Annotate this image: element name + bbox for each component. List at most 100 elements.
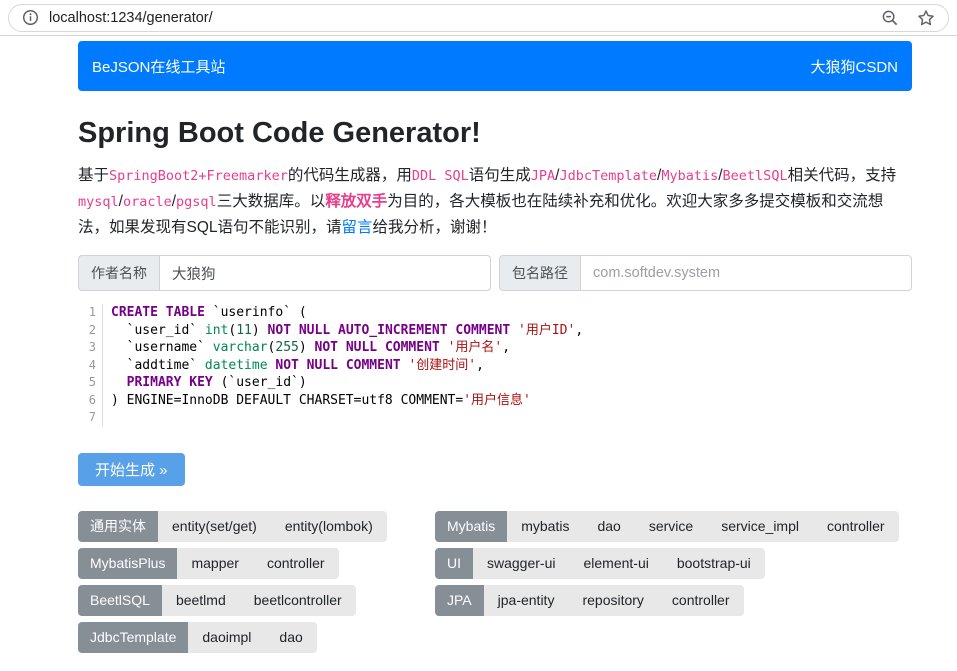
- template-option-button[interactable]: controller: [658, 585, 744, 616]
- message-link[interactable]: 留言: [342, 219, 373, 236]
- browser-toolbar: localhost:1234/generator/: [0, 0, 957, 36]
- token-plain: ): [252, 323, 268, 338]
- inline-code: pgsql: [176, 194, 217, 210]
- token-plain: `addtime`: [111, 358, 205, 373]
- template-button-group: JPAjpa-entityrepositorycontroller: [435, 585, 744, 616]
- token-plain: ,: [575, 323, 583, 338]
- code-text[interactable]: `addtime` datetime NOT NULL COMMENT '创建时…: [102, 357, 912, 375]
- token-number: 11: [236, 323, 252, 338]
- description-text: 三大数据库。以: [217, 193, 326, 210]
- template-option-button[interactable]: element-ui: [569, 548, 662, 579]
- template-group-row: MybatisPlusmappercontroller: [78, 548, 435, 579]
- template-option-button[interactable]: entity(set/get): [158, 511, 271, 542]
- group-label: Mybatis: [435, 511, 507, 542]
- template-group-row: Mybatismybatisdaoserviceservice_implcont…: [435, 511, 912, 542]
- template-button-group: 通用实体entity(set/get)entity(lombok): [78, 511, 387, 542]
- token-plain: `user_id`: [111, 323, 205, 338]
- author-input-group: 作者名称: [78, 255, 491, 291]
- group-label: JdbcTemplate: [78, 622, 188, 653]
- template-button-group: BeetlSQLbeetlmdbeetlcontroller: [78, 585, 356, 616]
- template-option-button[interactable]: daoimpl: [188, 622, 265, 653]
- code-line[interactable]: 5 PRIMARY KEY (`user_id`): [78, 374, 912, 392]
- token-plain: (`user_id`): [213, 375, 307, 390]
- zoom-icon[interactable]: [881, 9, 899, 27]
- token-keyword: NOT NULL AUTO_INCREMENT COMMENT: [268, 323, 511, 338]
- token-plain: ) ENGINE=InnoDB DEFAULT CHARSET=utf8 COM…: [111, 393, 463, 408]
- page-title: Spring Boot Code Generator!: [78, 117, 912, 150]
- token-plain: ): [299, 340, 315, 355]
- author-input[interactable]: [159, 255, 491, 291]
- page-container: BeJSON在线工具站 大狼狗CSDN Spring Boot Code Gen…: [78, 41, 912, 671]
- token-string: '用户名': [448, 340, 503, 355]
- template-option-button[interactable]: jpa-entity: [484, 585, 569, 616]
- description-text: 相关代码，支持: [788, 167, 897, 184]
- token-plain: ,: [502, 340, 510, 355]
- template-option-button[interactable]: controller: [253, 548, 339, 579]
- token-plain: `userinfo` (: [205, 305, 307, 320]
- template-option-button[interactable]: beetlmd: [162, 585, 240, 616]
- template-button-group: UIswagger-uielement-uibootstrap-ui: [435, 548, 765, 579]
- sql-editor[interactable]: 1CREATE TABLE `userinfo` (2 `user_id` in…: [78, 299, 912, 431]
- template-option-button[interactable]: mapper: [177, 548, 252, 579]
- template-option-button[interactable]: controller: [813, 511, 899, 542]
- package-input[interactable]: [580, 255, 912, 291]
- code-line[interactable]: 7: [78, 409, 912, 427]
- page-info-icon[interactable]: [22, 9, 39, 26]
- site-navbar: BeJSON在线工具站 大狼狗CSDN: [78, 41, 912, 91]
- token-number: 255: [275, 340, 298, 355]
- token-string: '用户ID': [518, 323, 575, 338]
- token-plain: [440, 340, 448, 355]
- template-option-button[interactable]: dao: [583, 511, 634, 542]
- csdn-link[interactable]: 大狼狗CSDN: [810, 56, 898, 77]
- group-label: BeetlSQL: [78, 585, 162, 616]
- line-number: 2: [78, 322, 102, 340]
- code-line[interactable]: 2 `user_id` int(11) NOT NULL AUTO_INCREM…: [78, 322, 912, 340]
- code-line[interactable]: 3 `username` varchar(255) NOT NULL COMME…: [78, 339, 912, 357]
- template-option-button[interactable]: dao: [265, 622, 316, 653]
- template-option-button[interactable]: bootstrap-ui: [663, 548, 765, 579]
- token-type: datetime: [205, 358, 268, 373]
- inline-code: DDL SQL: [412, 168, 469, 184]
- template-option-button[interactable]: swagger-ui: [473, 548, 569, 579]
- inline-code: mysql: [78, 194, 119, 210]
- code-text[interactable]: PRIMARY KEY (`user_id`): [102, 374, 912, 392]
- bookmark-star-icon[interactable]: [917, 9, 935, 27]
- token-string: '创建时间': [408, 358, 476, 373]
- code-text[interactable]: [102, 409, 912, 427]
- template-option-button[interactable]: entity(lombok): [271, 511, 387, 542]
- inline-code: JdbcTemplate: [559, 168, 657, 184]
- code-line[interactable]: 4 `addtime` datetime NOT NULL COMMENT '创…: [78, 357, 912, 375]
- template-group-row: JPAjpa-entityrepositorycontroller: [435, 585, 912, 616]
- template-option-button[interactable]: service: [635, 511, 707, 542]
- description-text: 给我分析，谢谢！: [373, 219, 497, 236]
- template-option-button[interactable]: mybatis: [507, 511, 583, 542]
- token-string: '用户信息': [463, 393, 531, 408]
- address-bar[interactable]: localhost:1234/generator/: [8, 4, 949, 32]
- template-option-button[interactable]: beetlcontroller: [240, 585, 356, 616]
- template-button-group: JdbcTemplatedaoimpldao: [78, 622, 317, 653]
- group-label: MybatisPlus: [78, 548, 177, 579]
- line-number: 3: [78, 339, 102, 357]
- site-brand-link[interactable]: BeJSON在线工具站: [92, 56, 225, 77]
- token-plain: [510, 323, 518, 338]
- url-text[interactable]: localhost:1234/generator/: [49, 10, 213, 26]
- template-group-row: BeetlSQLbeetlmdbeetlcontroller: [78, 585, 435, 616]
- code-text[interactable]: ) ENGINE=InnoDB DEFAULT CHARSET=utf8 COM…: [102, 392, 912, 410]
- code-line[interactable]: 1CREATE TABLE `userinfo` (: [78, 304, 912, 322]
- inline-code: oracle: [123, 194, 172, 210]
- template-option-button[interactable]: service_impl: [707, 511, 813, 542]
- token-keyword: CREATE TABLE: [111, 305, 205, 320]
- group-label: 通用实体: [78, 511, 158, 542]
- emphasis-text: 释放双手: [325, 193, 387, 210]
- token-keyword: NOT NULL COMMENT: [315, 340, 440, 355]
- inline-code: SpringBoot2+Freemarker: [109, 168, 288, 184]
- code-text[interactable]: `user_id` int(11) NOT NULL AUTO_INCREMEN…: [102, 322, 912, 340]
- code-text[interactable]: `username` varchar(255) NOT NULL COMMENT…: [102, 339, 912, 357]
- code-line[interactable]: 6) ENGINE=InnoDB DEFAULT CHARSET=utf8 CO…: [78, 392, 912, 410]
- code-text[interactable]: CREATE TABLE `userinfo` (: [102, 304, 912, 322]
- settings-form: 作者名称 包名路径: [78, 255, 912, 291]
- generate-button[interactable]: 开始生成 »: [78, 453, 185, 486]
- line-number: 4: [78, 357, 102, 375]
- page-description: 基于SpringBoot2+Freemarker的代码生成器，用DDL SQL语…: [78, 163, 912, 240]
- template-option-button[interactable]: repository: [568, 585, 657, 616]
